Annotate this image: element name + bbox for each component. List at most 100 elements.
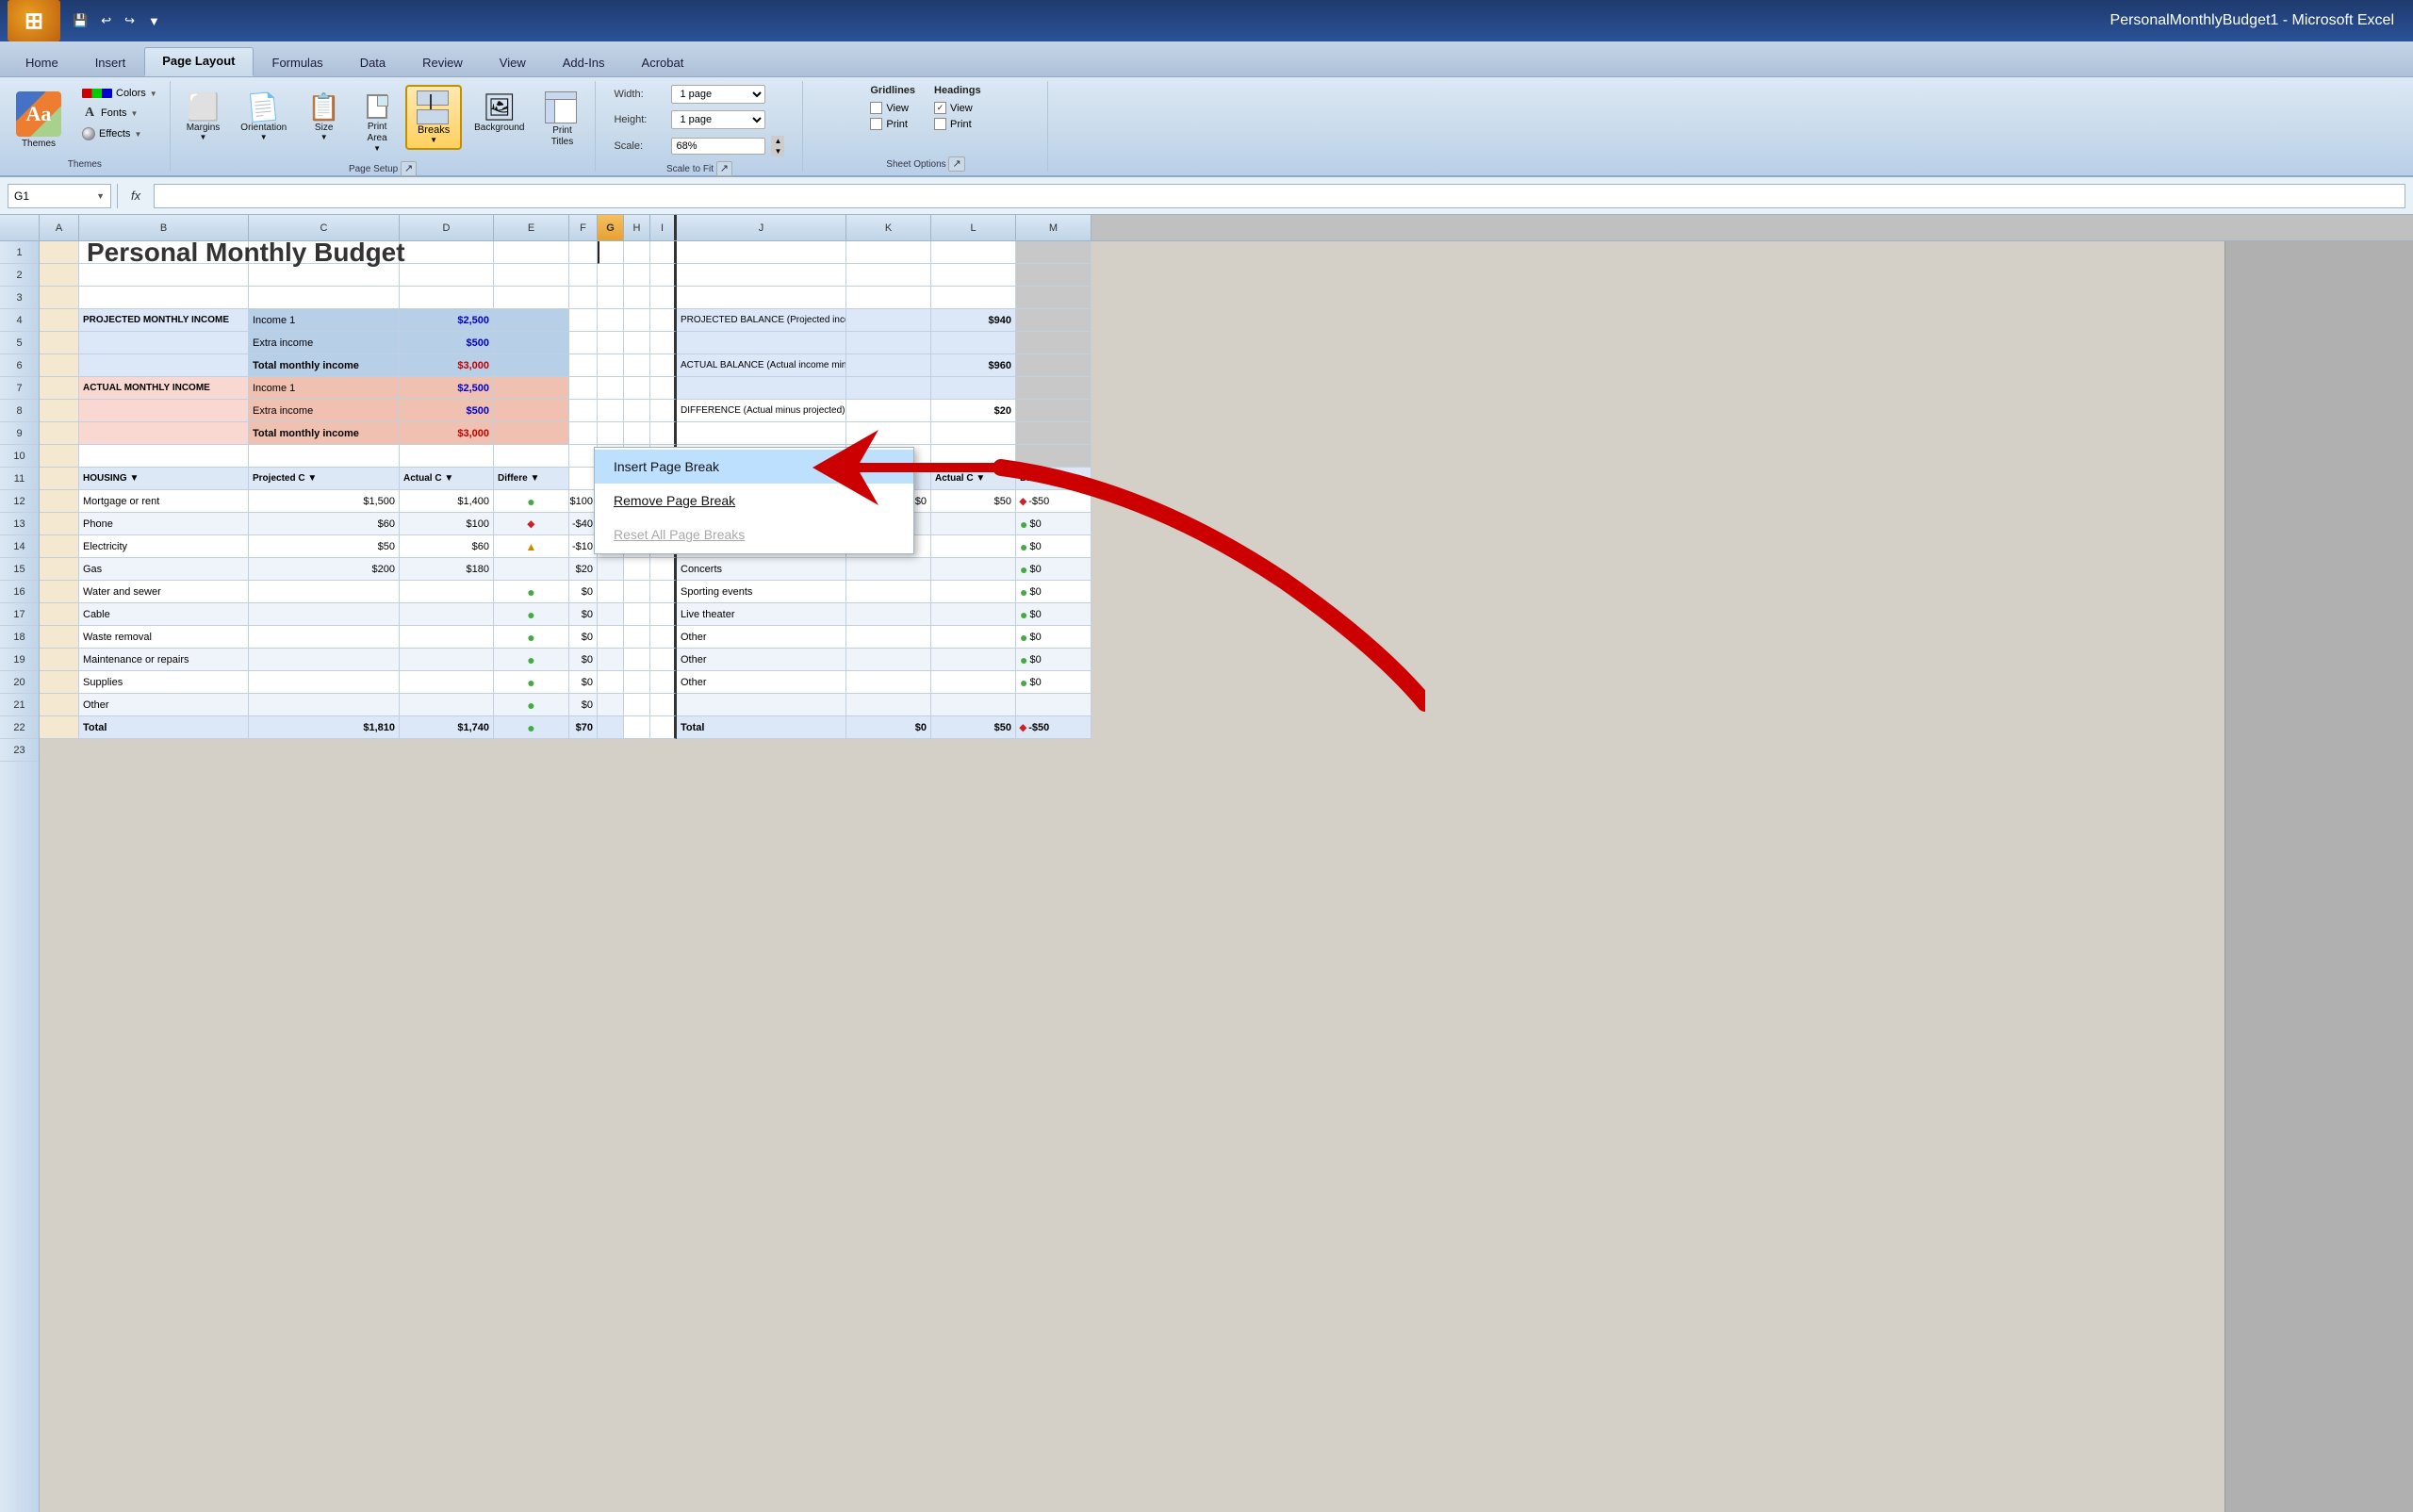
cell-c3[interactable] <box>249 287 400 309</box>
cell-f2[interactable] <box>569 264 598 287</box>
cell-j21[interactable] <box>677 694 846 716</box>
cell-g7[interactable] <box>598 377 624 400</box>
cell-d3[interactable] <box>400 287 494 309</box>
colors-button[interactable]: Colors ▼ <box>77 85 162 102</box>
cell-a2[interactable] <box>40 264 79 287</box>
cell-c2[interactable] <box>249 264 400 287</box>
cell-j2[interactable] <box>677 264 846 287</box>
cell-g9[interactable] <box>598 422 624 445</box>
cell-i6[interactable] <box>650 354 677 377</box>
cell-k3[interactable] <box>846 287 931 309</box>
cell-h2[interactable] <box>624 264 650 287</box>
cell-a17[interactable] <box>40 603 79 626</box>
cell-l18[interactable] <box>931 626 1016 649</box>
tab-insert[interactable]: Insert <box>77 49 144 76</box>
insert-page-break-item[interactable]: Insert Page Break <box>595 450 913 484</box>
cell-b3[interactable] <box>79 287 249 309</box>
cell-c15[interactable]: $200 <box>249 558 400 581</box>
cell-b20[interactable]: Supplies <box>79 671 249 694</box>
undo-button[interactable]: ↩ <box>96 10 116 31</box>
cell-l5[interactable] <box>931 332 1016 354</box>
cell-d10[interactable] <box>400 445 494 468</box>
cell-c18[interactable] <box>249 626 400 649</box>
cell-h17[interactable] <box>624 603 650 626</box>
cell-j5[interactable] <box>677 332 846 354</box>
cell-h7[interactable] <box>624 377 650 400</box>
cell-j17[interactable]: Live theater <box>677 603 846 626</box>
cell-h4[interactable] <box>624 309 650 332</box>
col-header-l[interactable]: L <box>931 215 1016 240</box>
cell-d5[interactable]: $500 <box>400 332 494 354</box>
cell-a8[interactable] <box>40 400 79 422</box>
headings-print-checkbox[interactable] <box>934 118 946 130</box>
cell-k21[interactable] <box>846 694 931 716</box>
cell-h22[interactable] <box>624 716 650 739</box>
cell-b17[interactable]: Cable <box>79 603 249 626</box>
cell-g19[interactable] <box>598 649 624 671</box>
cell-h18[interactable] <box>624 626 650 649</box>
cell-f6[interactable] <box>569 354 598 377</box>
cell-j8[interactable]: DIFFERENCE (Actual minus projected) <box>677 400 846 422</box>
cell-d14[interactable]: $60 <box>400 535 494 558</box>
col-header-b[interactable]: B <box>79 215 249 240</box>
cell-l20[interactable] <box>931 671 1016 694</box>
cell-k8[interactable] <box>846 400 931 422</box>
breaks-button[interactable]: Breaks ▼ <box>405 85 462 150</box>
cell-m9[interactable] <box>1016 422 1092 445</box>
cell-m13[interactable]: ●$0 <box>1016 513 1092 535</box>
cell-b5[interactable] <box>79 332 249 354</box>
cell-a22[interactable] <box>40 716 79 739</box>
cell-m21[interactable] <box>1016 694 1092 716</box>
cell-e20[interactable]: ● <box>494 671 569 694</box>
cell-k1[interactable] <box>846 241 931 264</box>
cell-b10[interactable] <box>79 445 249 468</box>
tab-addins[interactable]: Add-Ins <box>545 49 623 76</box>
cell-d21[interactable] <box>400 694 494 716</box>
cell-c17[interactable] <box>249 603 400 626</box>
cell-k6[interactable] <box>846 354 931 377</box>
themes-button[interactable]: Aa Themes <box>8 85 70 156</box>
col-header-a[interactable]: A <box>40 215 79 240</box>
cell-d18[interactable] <box>400 626 494 649</box>
cell-l7[interactable] <box>931 377 1016 400</box>
office-button[interactable]: ⊞ <box>8 0 60 41</box>
cell-l10[interactable] <box>931 445 1016 468</box>
cell-e16[interactable]: ● <box>494 581 569 603</box>
cell-i15[interactable] <box>650 558 677 581</box>
cell-i4[interactable] <box>650 309 677 332</box>
cell-i3[interactable] <box>650 287 677 309</box>
cell-i18[interactable] <box>650 626 677 649</box>
scale-down-button[interactable]: ▼ <box>771 146 784 156</box>
cell-f20[interactable]: $0 <box>569 671 598 694</box>
cell-k2[interactable] <box>846 264 931 287</box>
cell-e10[interactable] <box>494 445 569 468</box>
cell-f3[interactable] <box>569 287 598 309</box>
cell-h6[interactable] <box>624 354 650 377</box>
cell-d4[interactable]: $2,500 <box>400 309 494 332</box>
cell-j4[interactable]: PROJECTED BALANCE (Projected income minu… <box>677 309 846 332</box>
cell-j7[interactable] <box>677 377 846 400</box>
col-header-d[interactable]: D <box>400 215 494 240</box>
tab-formulas[interactable]: Formulas <box>254 49 341 76</box>
cell-g8[interactable] <box>598 400 624 422</box>
cell-l17[interactable] <box>931 603 1016 626</box>
cell-c11[interactable]: Projected C ▼ <box>249 468 400 490</box>
cell-a20[interactable] <box>40 671 79 694</box>
cell-h16[interactable] <box>624 581 650 603</box>
cell-a1[interactable] <box>40 241 79 264</box>
cell-a4[interactable] <box>40 309 79 332</box>
cell-i8[interactable] <box>650 400 677 422</box>
cell-b11[interactable]: HOUSING ▼ <box>79 468 249 490</box>
cell-c10[interactable] <box>249 445 400 468</box>
cell-j19[interactable]: Other <box>677 649 846 671</box>
cell-l15[interactable] <box>931 558 1016 581</box>
cell-c19[interactable] <box>249 649 400 671</box>
cell-a7[interactable] <box>40 377 79 400</box>
cell-c22[interactable]: $1,810 <box>249 716 400 739</box>
cell-c13[interactable]: $60 <box>249 513 400 535</box>
cell-d17[interactable] <box>400 603 494 626</box>
cell-a18[interactable] <box>40 626 79 649</box>
redo-button[interactable]: ↪ <box>120 10 140 31</box>
cell-m17[interactable]: ●$0 <box>1016 603 1092 626</box>
cell-l1[interactable] <box>931 241 1016 264</box>
